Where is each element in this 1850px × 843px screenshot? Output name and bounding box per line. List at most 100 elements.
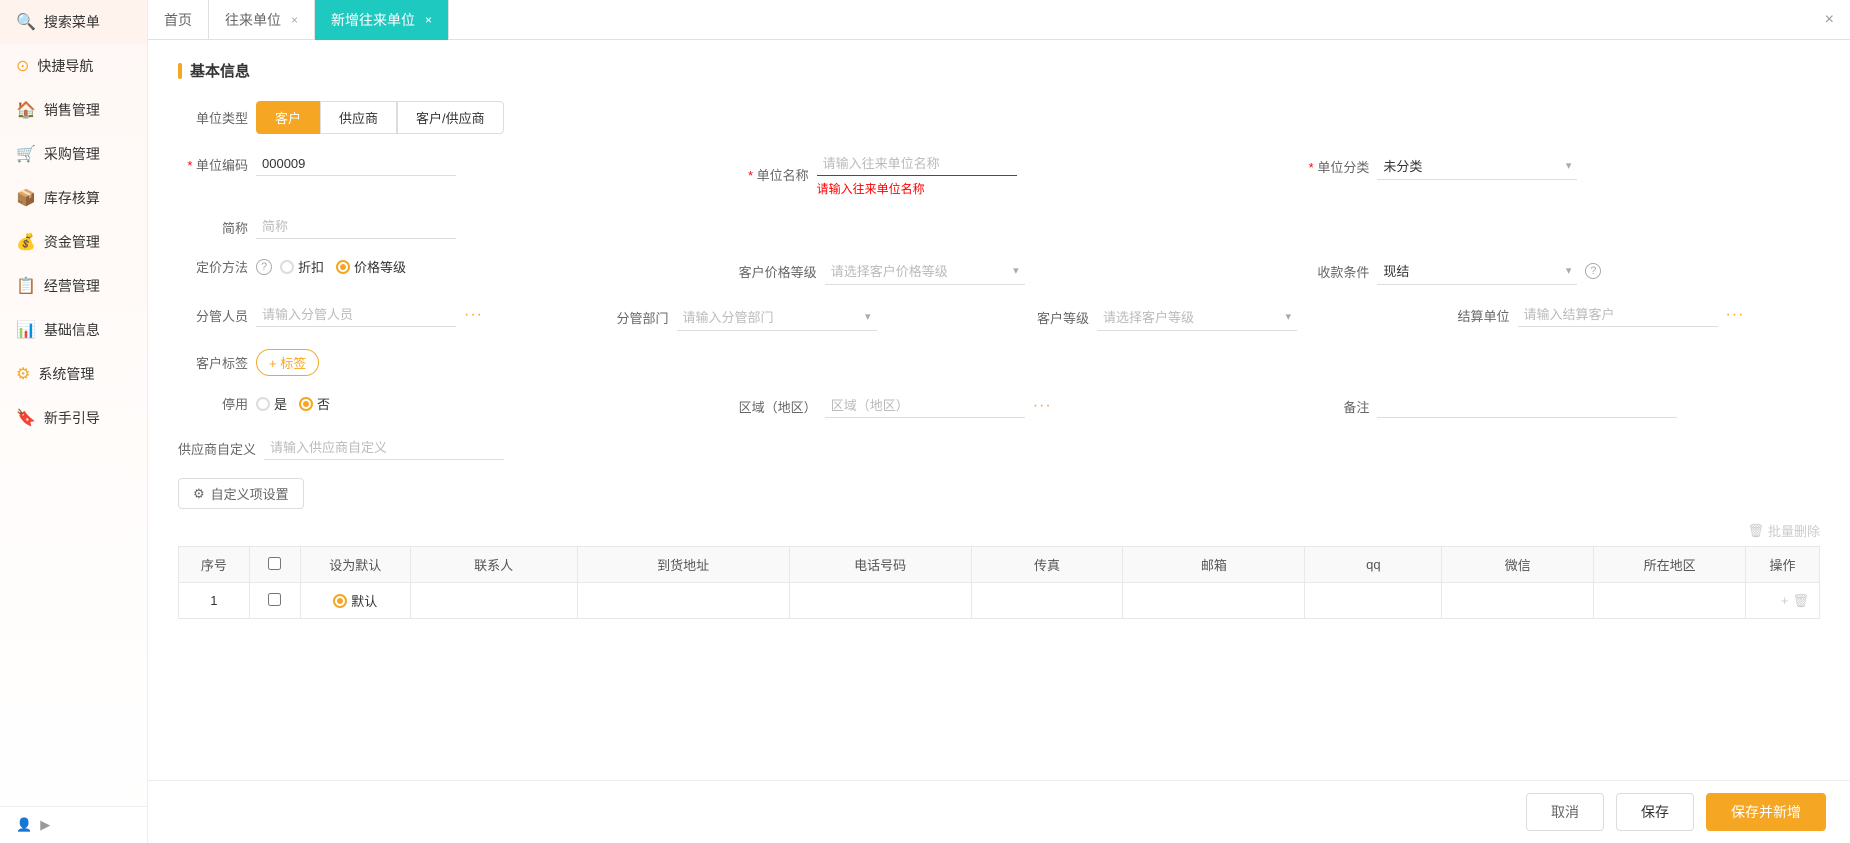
add-row-btn[interactable]: + bbox=[1781, 593, 1789, 608]
price-level-chevron: ▾ bbox=[1013, 264, 1019, 277]
col-ops: 操作 bbox=[1746, 547, 1820, 583]
unit-type-supplier[interactable]: 供应商 bbox=[320, 101, 397, 134]
pricing-method-field: 定价方法 ? 折扣 价格等级 bbox=[178, 257, 699, 276]
close-partners-tab[interactable]: × bbox=[291, 13, 298, 27]
col-region: 所在地区 bbox=[1594, 547, 1746, 583]
supplier-custom-input[interactable] bbox=[264, 436, 504, 460]
wechat-input[interactable] bbox=[1478, 589, 1558, 612]
sidebar-item-sales[interactable]: 🏠 销售管理 bbox=[0, 88, 147, 132]
unit-code-field: 单位编码 bbox=[178, 152, 699, 176]
payment-terms-select[interactable]: 现结 ▾ bbox=[1377, 257, 1577, 285]
disabled-no[interactable]: 否 bbox=[299, 394, 330, 413]
col-address: 到货地址 bbox=[577, 547, 789, 583]
phone-input[interactable] bbox=[830, 589, 930, 612]
region-label: 区域（地区） bbox=[739, 397, 817, 416]
purchase-icon: 🛒 bbox=[16, 144, 36, 164]
tab-new-partner[interactable]: 新增往来单位 × bbox=[315, 0, 449, 40]
cancel-button[interactable]: 取消 bbox=[1526, 793, 1604, 831]
cell-qq bbox=[1305, 583, 1442, 619]
customer-level-chevron: ▾ bbox=[1285, 310, 1291, 323]
sidebar-item-basic-info[interactable]: 📊 基础信息 bbox=[0, 308, 147, 352]
short-name-input[interactable] bbox=[256, 215, 456, 239]
custom-settings-btn[interactable]: ⚙ 自定义项设置 bbox=[178, 478, 304, 509]
batch-delete-area: 🗑 批量删除 bbox=[178, 521, 1820, 540]
settlement-unit-label: 结算单位 bbox=[1440, 306, 1510, 325]
unit-name-field: 单位名称 请输入往来单位名称 bbox=[739, 152, 1260, 197]
remark-input[interactable] bbox=[1377, 394, 1677, 418]
disabled-label: 停用 bbox=[178, 394, 248, 413]
manager-row: 分管人员 ··· 分管部门 请输入分管部门 ▾ 客户等级 请选择客户等级 bbox=[178, 303, 1820, 331]
title-bar bbox=[178, 63, 182, 79]
row-region-input[interactable] bbox=[1630, 589, 1710, 612]
unit-type-customer[interactable]: 客户 bbox=[256, 101, 320, 134]
address-input[interactable] bbox=[623, 589, 743, 612]
sidebar-item-inventory[interactable]: 📦 库存核算 bbox=[0, 176, 147, 220]
payment-terms-chevron: ▾ bbox=[1566, 264, 1572, 277]
customer-level-label: 客户等级 bbox=[1019, 308, 1089, 327]
unit-category-select[interactable]: 未分类 ▾ bbox=[1377, 152, 1577, 180]
sidebar-item-purchase[interactable]: 🛒 采购管理 bbox=[0, 132, 147, 176]
batch-delete-label[interactable]: 批量删除 bbox=[1768, 521, 1820, 540]
default-radio-item[interactable]: 默认 bbox=[311, 591, 400, 610]
tab-home[interactable]: 首页 bbox=[148, 0, 209, 40]
unit-name-input[interactable] bbox=[817, 152, 1017, 176]
finance-icon: 💰 bbox=[16, 232, 36, 252]
settlement-unit-more-btn[interactable]: ··· bbox=[1726, 306, 1745, 324]
sidebar-item-quick-nav[interactable]: ⊙ 快捷导航 bbox=[0, 44, 147, 88]
select-all-checkbox[interactable] bbox=[268, 557, 281, 570]
sidebar-item-search[interactable]: 🔍 搜索菜单 bbox=[0, 0, 147, 44]
unit-type-both[interactable]: 客户/供应商 bbox=[397, 101, 504, 134]
close-all-tabs[interactable]: × bbox=[1809, 11, 1850, 29]
customer-level-field: 客户等级 请选择客户等级 ▾ bbox=[1019, 303, 1400, 331]
unit-code-input[interactable] bbox=[256, 152, 456, 176]
manager-input[interactable] bbox=[256, 303, 456, 327]
row-checkbox[interactable] bbox=[268, 593, 281, 606]
footer: 取消 保存 保存并新增 bbox=[148, 780, 1850, 843]
department-chevron: ▾ bbox=[865, 310, 871, 323]
region-input[interactable] bbox=[825, 394, 1025, 418]
qq-input[interactable] bbox=[1338, 589, 1408, 612]
fax-input[interactable] bbox=[1007, 589, 1087, 612]
tab-partners[interactable]: 往来单位 × bbox=[209, 0, 315, 40]
manager-more-btn[interactable]: ··· bbox=[464, 306, 483, 324]
sidebar-user-icon: 👤 bbox=[16, 817, 32, 833]
supplier-custom-row: 供应商自定义 bbox=[178, 436, 1820, 460]
basic-info-icon: 📊 bbox=[16, 320, 36, 340]
cell-region bbox=[1594, 583, 1746, 619]
contact-input[interactable] bbox=[449, 589, 539, 612]
default-radio bbox=[333, 594, 347, 608]
customer-price-level-select[interactable]: 请选择客户价格等级 ▾ bbox=[825, 257, 1025, 285]
customer-level-select[interactable]: 请选择客户等级 ▾ bbox=[1097, 303, 1297, 331]
sidebar-item-system[interactable]: ⚙ 系统管理 bbox=[0, 352, 147, 396]
disabled-field: 停用 是 否 bbox=[178, 394, 699, 413]
col-checkbox bbox=[249, 547, 300, 583]
delete-row-btn[interactable]: 🗑 bbox=[1792, 593, 1809, 609]
region-more-btn[interactable]: ··· bbox=[1033, 397, 1052, 415]
settlement-unit-input[interactable] bbox=[1518, 303, 1718, 327]
sidebar-expand-icon[interactable]: ▶ bbox=[40, 817, 50, 833]
sidebar-item-operations[interactable]: 📋 经营管理 bbox=[0, 264, 147, 308]
sidebar-item-finance[interactable]: 💰 资金管理 bbox=[0, 220, 147, 264]
payment-terms-label: 收款条件 bbox=[1299, 262, 1369, 281]
disabled-yes[interactable]: 是 bbox=[256, 394, 287, 413]
supplier-custom-label: 供应商自定义 bbox=[178, 439, 256, 458]
save-new-button[interactable]: 保存并新增 bbox=[1706, 793, 1826, 831]
category-chevron: ▾ bbox=[1566, 159, 1572, 172]
cell-address bbox=[577, 583, 789, 619]
pricing-discount[interactable]: 折扣 bbox=[280, 257, 324, 276]
save-button[interactable]: 保存 bbox=[1616, 793, 1694, 831]
unit-name-error: 请输入往来单位名称 bbox=[817, 180, 1017, 197]
cell-checkbox bbox=[249, 583, 300, 619]
payment-terms-help-icon[interactable]: ? bbox=[1585, 263, 1601, 279]
remark-field: 备注 bbox=[1299, 394, 1820, 418]
department-select[interactable]: 请输入分管部门 ▾ bbox=[677, 303, 877, 331]
close-new-partner-tab[interactable]: × bbox=[425, 13, 432, 27]
pricing-help-icon[interactable]: ? bbox=[256, 259, 272, 275]
cell-ops: + 🗑 bbox=[1746, 583, 1820, 619]
pricing-level[interactable]: 价格等级 bbox=[336, 257, 406, 276]
email-input[interactable] bbox=[1164, 589, 1264, 612]
add-tag-btn[interactable]: + 标签 bbox=[256, 349, 319, 376]
sidebar-item-guide[interactable]: 🔖 新手引导 bbox=[0, 396, 147, 440]
customer-price-level-label: 客户价格等级 bbox=[739, 262, 817, 281]
tab-bar: 首页 往来单位 × 新增往来单位 × × bbox=[148, 0, 1850, 40]
